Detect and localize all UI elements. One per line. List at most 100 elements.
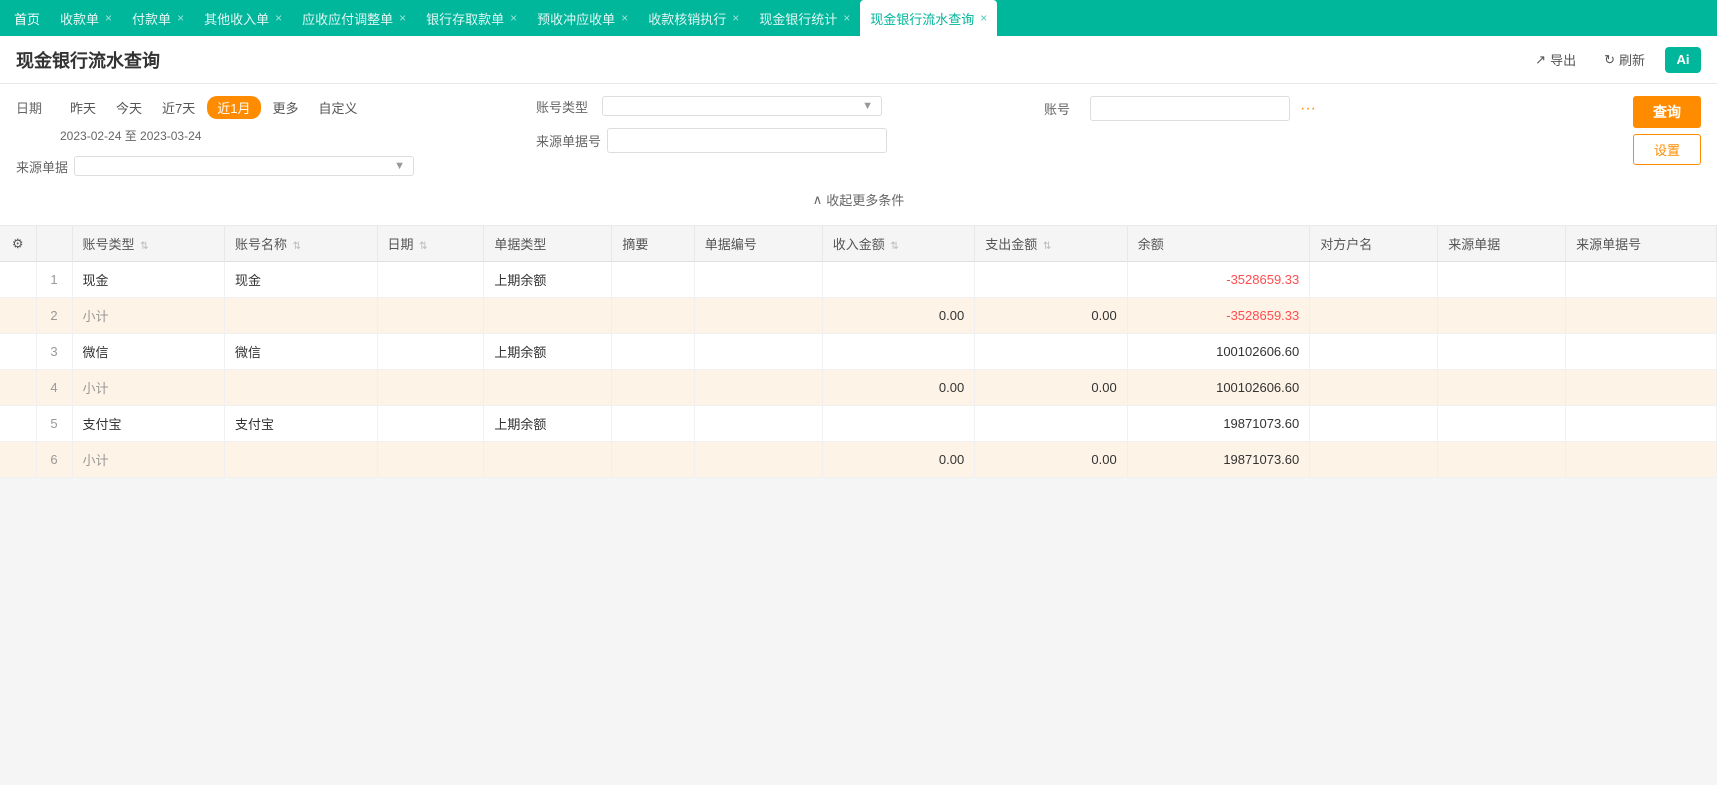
th-counterparty: 对方户名 xyxy=(1310,226,1438,262)
th-date[interactable]: 日期 ⇅ xyxy=(377,226,484,262)
td-source-doc-no xyxy=(1566,442,1717,478)
nav-cash-bank-flow[interactable]: 现金银行流水查询 × xyxy=(860,0,997,36)
close-cash-bank-stat-icon[interactable]: × xyxy=(843,11,850,25)
collapse-up-icon: ∧ xyxy=(813,192,823,208)
td-doc-type: 上期余额 xyxy=(484,262,612,298)
td-balance: 100102606.60 xyxy=(1127,334,1310,370)
td-balance: -3528659.33 xyxy=(1127,262,1310,298)
td-account-name: 支付宝 xyxy=(225,406,378,442)
th-account-type[interactable]: 账号类型 ⇅ xyxy=(72,226,225,262)
td-source-doc-no xyxy=(1566,406,1717,442)
account-input[interactable] xyxy=(1090,96,1290,121)
th-balance: 余额 xyxy=(1127,226,1310,262)
td-doc-type xyxy=(484,298,612,334)
table-row: 1 现金 现金 上期余额 -3528659.33 xyxy=(0,262,1717,298)
sort-account-name-icon: ⇅ xyxy=(293,241,301,252)
export-button[interactable]: ↗ 导出 xyxy=(1527,46,1584,73)
th-summary: 摘要 xyxy=(612,226,694,262)
td-doc-no xyxy=(694,406,822,442)
td-row-num: 1 xyxy=(36,262,72,298)
td-source-doc xyxy=(1438,262,1566,298)
source-doc-chevron-icon: ▼ xyxy=(394,160,405,172)
nav-payment[interactable]: 付款单 × xyxy=(122,0,194,36)
refresh-button[interactable]: ↻ 刷新 xyxy=(1596,46,1653,73)
td-date xyxy=(377,370,484,406)
th-account-name[interactable]: 账号名称 ⇅ xyxy=(225,226,378,262)
td-doc-no xyxy=(694,334,822,370)
collapse-button[interactable]: ∧ 收起更多条件 xyxy=(813,186,905,213)
date-opt-custom[interactable]: 自定义 xyxy=(311,96,366,119)
close-ar-ap-icon[interactable]: × xyxy=(399,11,406,25)
td-account-type: 小计 xyxy=(72,298,225,334)
date-opt-more[interactable]: 更多 xyxy=(265,96,307,119)
nav-receipt[interactable]: 收款单 × xyxy=(50,0,122,36)
td-account-type: 微信 xyxy=(72,334,225,370)
ai-badge[interactable]: Ai xyxy=(1665,47,1701,73)
close-other-income-icon[interactable]: × xyxy=(275,11,282,25)
td-counterparty xyxy=(1310,262,1438,298)
query-button[interactable]: 查询 xyxy=(1633,96,1701,128)
source-doc-no-input[interactable] xyxy=(607,128,887,153)
td-doc-no xyxy=(694,442,822,478)
td-balance: 100102606.60 xyxy=(1127,370,1310,406)
td-expense: 0.00 xyxy=(975,442,1128,478)
table-row: 4 小计 0.00 0.00 100102606.60 xyxy=(0,370,1717,406)
refresh-icon: ↻ xyxy=(1604,52,1615,68)
source-doc-no-label: 来源单据号 xyxy=(536,131,601,150)
td-source-doc-no xyxy=(1566,262,1717,298)
td-date xyxy=(377,262,484,298)
td-account-type: 小计 xyxy=(72,370,225,406)
td-doc-type xyxy=(484,370,612,406)
filter-area: 日期 昨天 今天 近7天 近1月 更多 自定义 2023-02-24 至 202… xyxy=(0,84,1717,226)
date-opt-1month[interactable]: 近1月 xyxy=(207,96,260,119)
close-cash-bank-flow-icon[interactable]: × xyxy=(980,11,987,25)
td-source-doc xyxy=(1438,370,1566,406)
date-opt-7days[interactable]: 近7天 xyxy=(154,96,203,119)
page-title: 现金银行流水查询 xyxy=(16,47,160,73)
close-advance-ar-icon[interactable]: × xyxy=(621,11,628,25)
nav-cash-bank-stat[interactable]: 现金银行统计 × xyxy=(749,0,860,36)
th-row-num xyxy=(36,226,72,262)
td-date xyxy=(377,298,484,334)
th-source-doc: 来源单据 xyxy=(1438,226,1566,262)
td-account-name: 现金 xyxy=(225,262,378,298)
td-summary xyxy=(612,370,694,406)
nav-bank-deposit[interactable]: 银行存取款单 × xyxy=(416,0,527,36)
td-balance: 19871073.60 xyxy=(1127,442,1310,478)
td-source-doc-no xyxy=(1566,334,1717,370)
settings-button[interactable]: 设置 xyxy=(1633,134,1701,165)
close-payment-icon[interactable]: × xyxy=(177,11,184,25)
td-account-type: 支付宝 xyxy=(72,406,225,442)
td-doc-no xyxy=(694,370,822,406)
close-bank-deposit-icon[interactable]: × xyxy=(510,11,517,25)
nav-home[interactable]: 首页 xyxy=(4,0,50,36)
td-summary xyxy=(612,298,694,334)
td-account-type: 现金 xyxy=(72,262,225,298)
date-opt-yesterday[interactable]: 昨天 xyxy=(62,96,104,119)
date-options: 昨天 今天 近7天 近1月 更多 自定义 xyxy=(62,96,366,119)
sort-account-type-icon: ⇅ xyxy=(140,241,148,252)
source-doc-select[interactable]: ▼ xyxy=(74,156,414,176)
th-expense[interactable]: 支出金额 ⇅ xyxy=(975,226,1128,262)
td-row-num: 2 xyxy=(36,298,72,334)
nav-other-income[interactable]: 其他收入单 × xyxy=(194,0,292,36)
td-balance: -3528659.33 xyxy=(1127,298,1310,334)
nav-advance-ar[interactable]: 预收冲应收单 × xyxy=(527,0,638,36)
td-income xyxy=(822,262,975,298)
date-opt-today[interactable]: 今天 xyxy=(108,96,150,119)
account-type-chevron-icon: ▼ xyxy=(862,100,873,112)
close-receipt-verify-icon[interactable]: × xyxy=(732,11,739,25)
th-income[interactable]: 收入金额 ⇅ xyxy=(822,226,975,262)
td-source-doc xyxy=(1438,298,1566,334)
account-ellipsis[interactable]: ··· xyxy=(1296,100,1320,118)
th-settings[interactable]: ⚙ xyxy=(0,226,36,262)
close-receipt-icon[interactable]: × xyxy=(105,11,112,25)
td-date xyxy=(377,442,484,478)
td-summary xyxy=(612,442,694,478)
nav-ar-ap-adjust[interactable]: 应收应付调整单 × xyxy=(292,0,416,36)
td-income: 0.00 xyxy=(822,442,975,478)
table-header-row: ⚙ 账号类型 ⇅ 账号名称 ⇅ 日期 ⇅ 单据类型 摘要 单据编号 收入金额 ⇅… xyxy=(0,226,1717,262)
nav-receipt-verify[interactable]: 收款核销执行 × xyxy=(638,0,749,36)
td-expense: 0.00 xyxy=(975,298,1128,334)
account-type-select[interactable]: ▼ xyxy=(602,96,882,116)
